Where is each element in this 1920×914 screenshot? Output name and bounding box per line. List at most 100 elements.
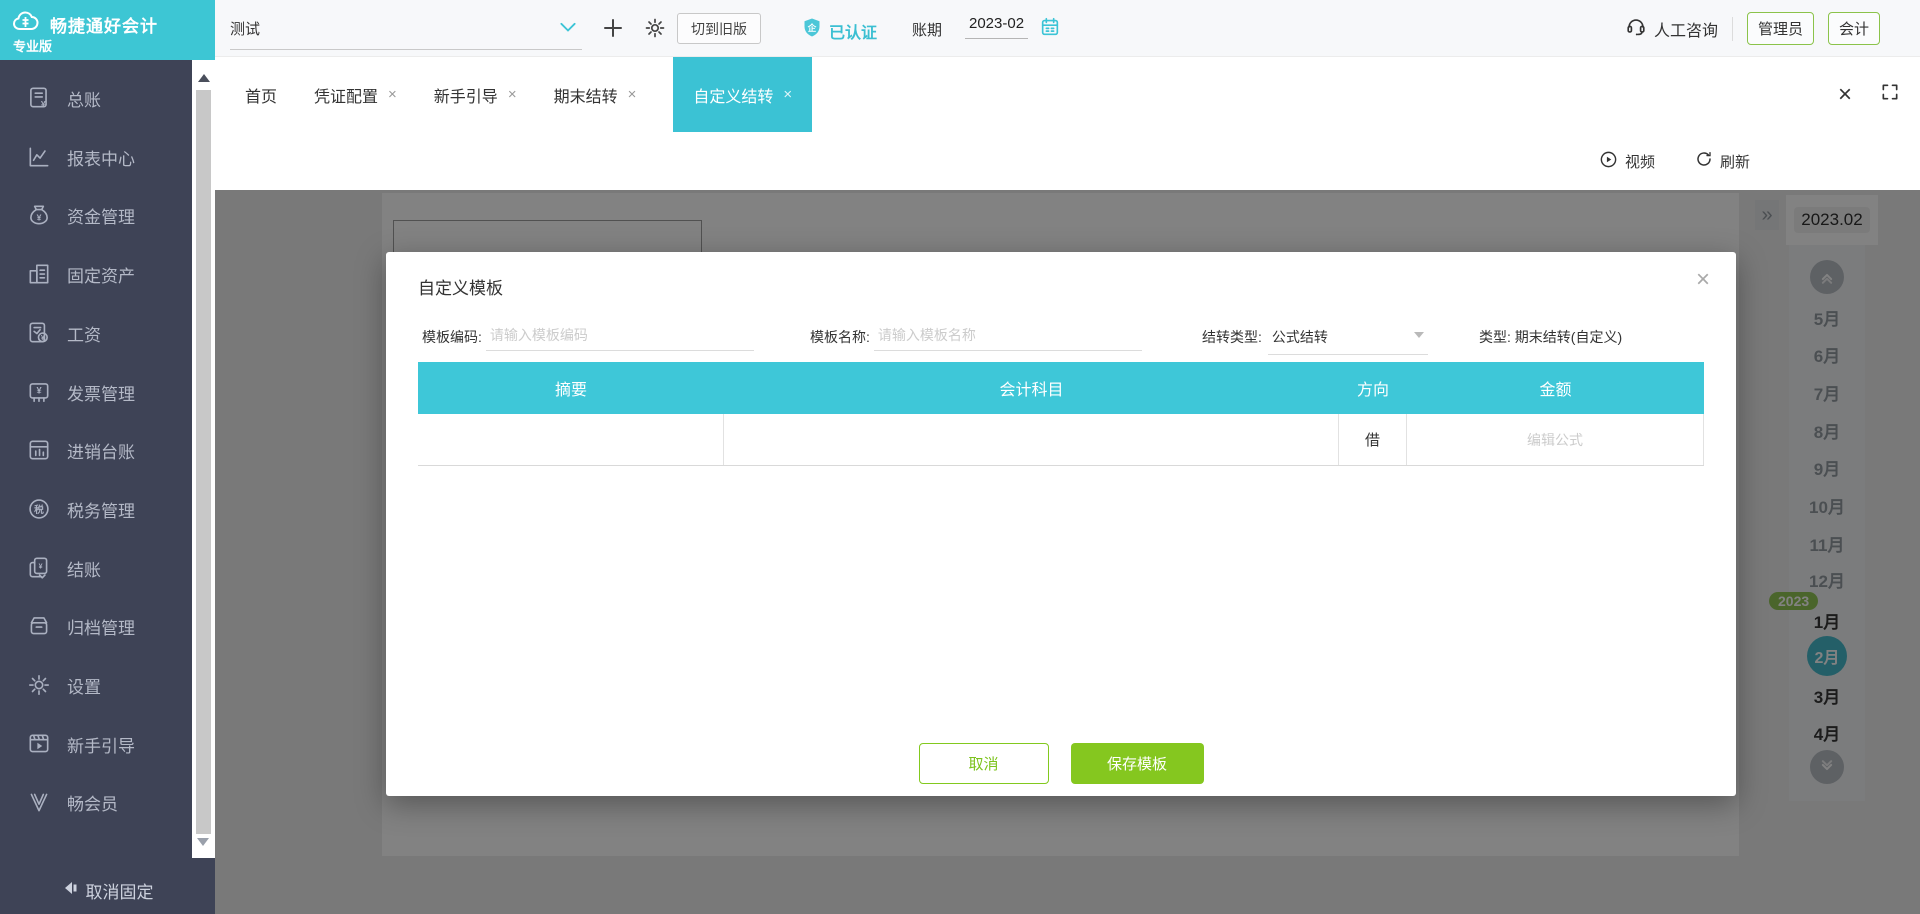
refresh-button[interactable]: 刷新 [1695, 150, 1750, 172]
svg-text:税: 税 [34, 503, 44, 516]
period-value[interactable]: 2023-02 [965, 15, 1029, 39]
sidebar-item-label: 结账 [67, 560, 101, 580]
tab-label: 自定义结转 [693, 88, 774, 106]
tab-label: 凭证配置 [314, 88, 379, 106]
column-header-direction: 方向 [1356, 382, 1389, 399]
sidebar-item-settings[interactable]: 设置 [0, 661, 192, 709]
sidebar-scrollbar[interactable] [192, 60, 215, 858]
headset-icon [1625, 15, 1647, 42]
modal-close-icon[interactable]: × [1696, 268, 1710, 292]
svg-text:企: 企 [807, 23, 817, 33]
video-label: 视频 [1624, 153, 1655, 171]
beginner-guide-video-icon [26, 731, 52, 757]
account-name: 测试 [230, 21, 261, 38]
svg-text:¥: ¥ [36, 386, 42, 396]
tab-close-icon[interactable]: × [388, 87, 397, 102]
modal-buttons: 取消 保存模板 [386, 743, 1736, 784]
fixed-assets-icon [26, 261, 52, 287]
tab-beginner-guide[interactable]: 新手引导 × [434, 57, 517, 132]
template-name-input[interactable] [873, 322, 1142, 351]
svg-text:¥: ¥ [41, 99, 46, 109]
sidebar-item-member[interactable]: 畅会员 [0, 778, 192, 826]
settings-gear-icon [26, 672, 52, 698]
unpin-sidebar-button[interactable]: 取消固定 [0, 876, 215, 904]
column-header-summary: 摘要 [554, 382, 587, 399]
brand-name: 畅捷通好会计 [50, 17, 158, 36]
save-template-button[interactable]: 保存模板 [1070, 743, 1204, 784]
sidebar-item-label: 工资 [67, 325, 101, 345]
video-help-button[interactable]: 视频 [1599, 150, 1655, 173]
account-select[interactable]: 测试 [230, 8, 582, 50]
settings-gear-button[interactable] [643, 16, 667, 45]
report-center-icon [26, 144, 52, 170]
sidebar-item-invoice-management[interactable]: ¥ 发票管理 [0, 368, 192, 416]
member-v-icon [26, 789, 52, 815]
sidebar-item-report-center[interactable]: 报表中心 [0, 133, 192, 181]
sidebar-item-label: 设置 [67, 677, 101, 697]
tab-close-icon[interactable]: × [783, 87, 792, 102]
sidebar-item-payroll[interactable]: ¥ 工资 [0, 309, 192, 357]
scroll-down-icon[interactable] [197, 838, 209, 846]
period-label: 账期 [912, 22, 943, 39]
chevron-down-icon [558, 20, 578, 40]
transfer-type-value: 公式结转 [1271, 329, 1328, 345]
tax-management-icon: 税 [26, 496, 52, 522]
live-support-button[interactable]: 人工咨询 [1625, 15, 1718, 42]
tab-label: 期末结转 [553, 88, 618, 106]
payroll-icon: ¥ [26, 320, 52, 346]
tab-close-icon[interactable]: × [508, 87, 517, 102]
sidebar-item-label: 报表中心 [67, 149, 135, 169]
funds-management-icon: ¥ [26, 202, 52, 228]
sidebar-item-beginner-guide[interactable]: 新手引导 [0, 720, 192, 768]
brand-logo: 畅捷通好会计 专业版 [0, 0, 215, 60]
direction-cell[interactable]: 借 [1339, 414, 1407, 465]
fullscreen-icon[interactable] [1880, 82, 1900, 107]
template-code-input[interactable] [485, 322, 754, 351]
role-accountant-button[interactable]: 会计 [1827, 12, 1880, 45]
cancel-button[interactable]: 取消 [918, 743, 1049, 784]
sidebar-item-funds-management[interactable]: ¥ 资金管理 [0, 191, 192, 239]
tab-close-icon[interactable]: × [628, 87, 637, 102]
certified-badge: 企 已认证 [800, 16, 877, 45]
transfer-type-select[interactable]: 公式结转 [1267, 322, 1428, 355]
tab-period-end-transfer[interactable]: 期末结转 × [554, 57, 637, 132]
sidebar-item-tax-management[interactable]: 税 税务管理 [0, 485, 192, 533]
app-window: 畅捷通好会计 专业版 ¥ 总账 报表中心 ¥ 资金管理 固定资产 ¥ 工资 ¥ … [0, 0, 1920, 914]
sidebar-item-closing[interactable]: ¥ 结账 [0, 544, 192, 592]
account-cell[interactable] [724, 414, 1339, 465]
tab-label: 首页 [245, 88, 278, 106]
amount-formula-cell[interactable]: 编辑公式 [1407, 414, 1704, 465]
column-header-amount: 金额 [1539, 382, 1572, 399]
sidebar-item-archive-management[interactable]: 归档管理 [0, 602, 192, 650]
sidebar-item-label: 进销台账 [67, 442, 135, 462]
add-account-button[interactable] [601, 16, 625, 45]
sidebar-item-purchase-sales-ledger[interactable]: 进销台账 [0, 426, 192, 474]
tabbar-actions: × [1817, 57, 1920, 132]
role-admin-button[interactable]: 管理员 [1746, 12, 1814, 45]
sidebar-item-general-ledger[interactable]: ¥ 总账 [0, 74, 192, 122]
close-tabs-icon[interactable]: × [1838, 82, 1852, 107]
modal-title: 自定义模板 [418, 279, 503, 298]
brand-edition: 专业版 [13, 39, 53, 54]
tab-custom-transfer[interactable]: 自定义结转 × [673, 57, 813, 132]
template-name-label: 模板名称: [810, 329, 870, 345]
sidebar-item-fixed-assets[interactable]: 固定资产 [0, 250, 192, 298]
svg-text:¥: ¥ [37, 212, 42, 222]
calendar-icon[interactable] [1039, 16, 1061, 43]
tab-voucher-config[interactable]: 凭证配置 × [314, 57, 397, 132]
summary-cell[interactable] [418, 414, 724, 465]
sidebar-item-label: 总账 [67, 90, 101, 110]
sidebar-item-label: 新手引导 [67, 736, 135, 756]
play-circle-icon [1599, 150, 1618, 173]
switch-old-version-button[interactable]: 切到旧版 [677, 13, 761, 44]
modal-form: 模板编码: 模板名称: 结转类型: 公式结转 类型: 期末结转(自定义) [418, 314, 1704, 358]
tab-home[interactable]: 首页 [245, 57, 277, 132]
table-header-row: 摘要 会计科目 方向 金额 [418, 362, 1704, 414]
tab-bar: 首页 凭证配置 × 新手引导 × 期末结转 × 自定义结转 × × [215, 57, 1920, 132]
sidebar-item-label: 固定资产 [67, 266, 135, 286]
scroll-up-icon[interactable] [197, 74, 210, 82]
sidebar-item-label: 发票管理 [67, 384, 135, 404]
scrollbar-thumb[interactable] [196, 90, 211, 834]
divider [1731, 16, 1733, 41]
custom-template-modal: 自定义模板 × 模板编码: 模板名称: 结转类型: 公式结转 类型: 期末结转(… [386, 252, 1736, 796]
